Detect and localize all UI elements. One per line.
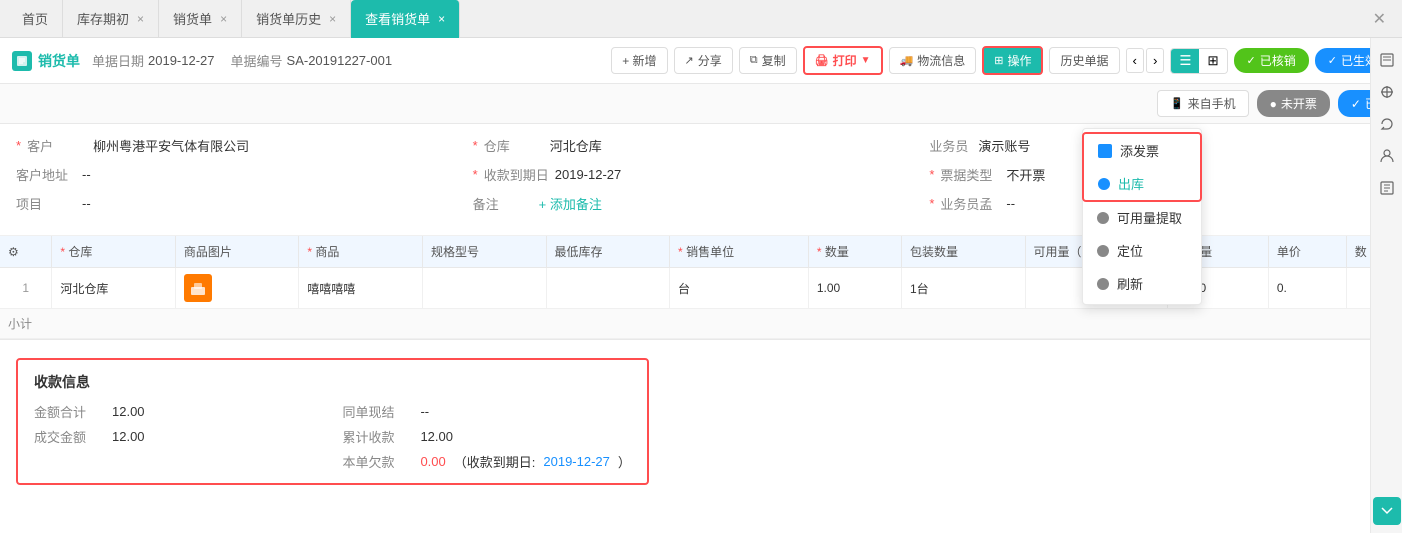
main-content: 销货单 单据日期 2019-12-27 单据编号 SA-20191227-001… — [0, 38, 1402, 533]
col-warehouse: 仓库 — [52, 236, 176, 268]
operation-button[interactable]: ⊞ 操作 — [982, 46, 1043, 75]
doc-header: 销货单 单据日期 2019-12-27 单据编号 SA-20191227-001… — [0, 38, 1402, 84]
row-spec — [422, 268, 546, 309]
subtotal-label: 小计 — [0, 309, 1402, 339]
sidebar-icon-2[interactable] — [1373, 78, 1401, 106]
menu-avail-qty[interactable]: 可用量提取 — [1083, 201, 1201, 234]
payment-total-received-row: 累计收款 12.00 — [342, 427, 630, 446]
right-sidebar — [1370, 38, 1402, 533]
operation-dropdown: 添发票 出库 可用量提取 定位 刷新 — [1082, 128, 1202, 305]
payment-grid: 金额合计 12.00 同单现结 -- 成交金额 12.00 累计收款 12.00 — [34, 402, 631, 471]
product-image — [184, 274, 212, 302]
open-ticket-button[interactable]: ● 未开票 — [1257, 90, 1330, 117]
address-field: 客户地址 -- — [16, 165, 473, 184]
table-subtotal-row: 小计 — [0, 309, 1402, 339]
add-note-button[interactable]: + 添加备注 — [539, 194, 602, 213]
sidebar-icon-4[interactable] — [1373, 142, 1401, 170]
col-quantity: 数量 — [808, 236, 901, 268]
due-date-field: * 收款到期日 2019-12-27 — [473, 165, 930, 184]
payment-deal-row: 成交金额 12.00 — [34, 427, 322, 446]
sidebar-expand-button[interactable] — [1373, 497, 1401, 525]
project-field: 项目 -- — [16, 194, 473, 213]
col-price: 单价 — [1268, 236, 1346, 268]
row-unit: 台 — [670, 268, 809, 309]
payment-section-wrapper: 收款信息 金额合计 12.00 同单现结 -- 成交金额 12.00 — [0, 340, 1402, 503]
payment-balance-row: 本单欠款 0.00 （收款到期日: 2019-12-27 ） — [342, 452, 630, 471]
row-num: 1 — [0, 268, 52, 309]
history-button[interactable]: 历史单据 — [1049, 47, 1119, 74]
doc-date: 单据日期 2019-12-27 — [92, 51, 215, 70]
status-sold-button[interactable]: ✓ 已核销 — [1234, 48, 1309, 73]
sidebar-icon-3[interactable] — [1373, 110, 1401, 138]
avail-qty-icon — [1097, 212, 1109, 224]
col-pack-qty: 包装数量 — [902, 236, 1026, 268]
doc-header-left: 销货单 单据日期 2019-12-27 单据编号 SA-20191227-001 — [12, 51, 392, 71]
refresh-icon — [1097, 278, 1109, 290]
phone-button[interactable]: 📱 来自手机 — [1157, 90, 1249, 117]
tab-bar: 首页 库存期初 × 销货单 × 销货单历史 × 查看销货单 × ✕ — [0, 0, 1402, 38]
sidebar-icon-1[interactable] — [1373, 46, 1401, 74]
tab-view-sales[interactable]: 查看销货单 × — [351, 0, 460, 38]
view-list-button[interactable]: ☰ — [1171, 49, 1199, 73]
payment-amount-row: 金额合计 12.00 — [34, 402, 322, 421]
doc-meta: 单据日期 2019-12-27 单据编号 SA-20191227-001 — [92, 51, 392, 70]
doc-type-label: 销货单 — [12, 51, 80, 71]
menu-refresh[interactable]: 刷新 — [1083, 267, 1201, 300]
nav-prev-next: ‹ › — [1126, 48, 1165, 73]
locate-icon — [1097, 245, 1109, 257]
toolbar: + 新增 ↗ 分享 ⧉ 复制 🖨 打印 ▼ 🚚 物流信息 — [611, 46, 1390, 75]
close-tab-history[interactable]: × — [329, 12, 336, 26]
col-settings: ⚙ — [0, 236, 52, 268]
nav-next-button[interactable]: › — [1146, 48, 1164, 73]
outbound-icon — [1098, 178, 1110, 190]
tab-home[interactable]: 首页 — [8, 0, 63, 38]
menu-locate[interactable]: 定位 — [1083, 234, 1201, 267]
row-image — [175, 268, 299, 309]
col-product: 商品 — [299, 236, 423, 268]
col-spec: 规格型号 — [422, 236, 546, 268]
warehouse-field: * 仓库 河北仓库 — [473, 136, 930, 155]
doc-type-icon — [12, 51, 32, 71]
menu-add-invoice[interactable]: 添发票 — [1084, 134, 1200, 167]
sidebar-icon-5[interactable] — [1373, 174, 1401, 202]
copy-button[interactable]: ⧉ 复制 — [739, 47, 797, 74]
payment-same-order-row: 同单现结 -- — [342, 402, 630, 421]
payment-title: 收款信息 — [34, 372, 631, 392]
tab-sales-history[interactable]: 销货单历史 × — [242, 0, 351, 38]
row-min-stock — [546, 268, 670, 309]
close-tab-sales[interactable]: × — [220, 12, 227, 26]
menu-outbound[interactable]: 出库 — [1084, 167, 1200, 200]
window-close-button[interactable]: ✕ — [1373, 9, 1386, 29]
col-unit: 销售单位 — [670, 236, 809, 268]
view-grid-button[interactable]: ⊞ — [1199, 49, 1226, 73]
note-field: 备注 + 添加备注 — [473, 194, 930, 213]
close-tab-inventory[interactable]: × — [137, 12, 144, 26]
dropdown-header: 添发票 出库 — [1082, 132, 1202, 202]
tab-inventory-init[interactable]: 库存期初 × — [63, 0, 159, 38]
add-invoice-icon — [1098, 144, 1112, 158]
customer-field: * 客户 柳州粤港平安气体有限公司 — [16, 136, 473, 155]
row-quantity: 1.00 — [808, 268, 901, 309]
row-price: 0. — [1268, 268, 1346, 309]
logistics-button[interactable]: 🚚 物流信息 — [889, 47, 977, 74]
view-toggle: ☰ ⊞ — [1170, 48, 1227, 74]
action-row: 📱 来自手机 ● 未开票 ✓ 已 — [0, 84, 1402, 124]
payment-section: 收款信息 金额合计 12.00 同单现结 -- 成交金额 12.00 — [16, 358, 649, 485]
row-pack-qty: 1台 — [902, 268, 1026, 309]
print-button[interactable]: 🖨 打印 ▼ — [803, 46, 883, 75]
doc-number: 单据编号 SA-20191227-001 — [231, 51, 393, 70]
row-product: 嘻嘻嘻嘻 — [299, 268, 423, 309]
col-min-stock: 最低库存 — [546, 236, 670, 268]
nav-prev-button[interactable]: ‹ — [1126, 48, 1144, 73]
close-tab-view[interactable]: × — [438, 12, 445, 26]
share-button[interactable]: ↗ 分享 — [674, 47, 733, 74]
col-image: 商品图片 — [175, 236, 299, 268]
new-button[interactable]: + 新增 — [611, 47, 667, 74]
row-warehouse: 河北仓库 — [52, 268, 176, 309]
tab-sales-order[interactable]: 销货单 × — [159, 0, 242, 38]
